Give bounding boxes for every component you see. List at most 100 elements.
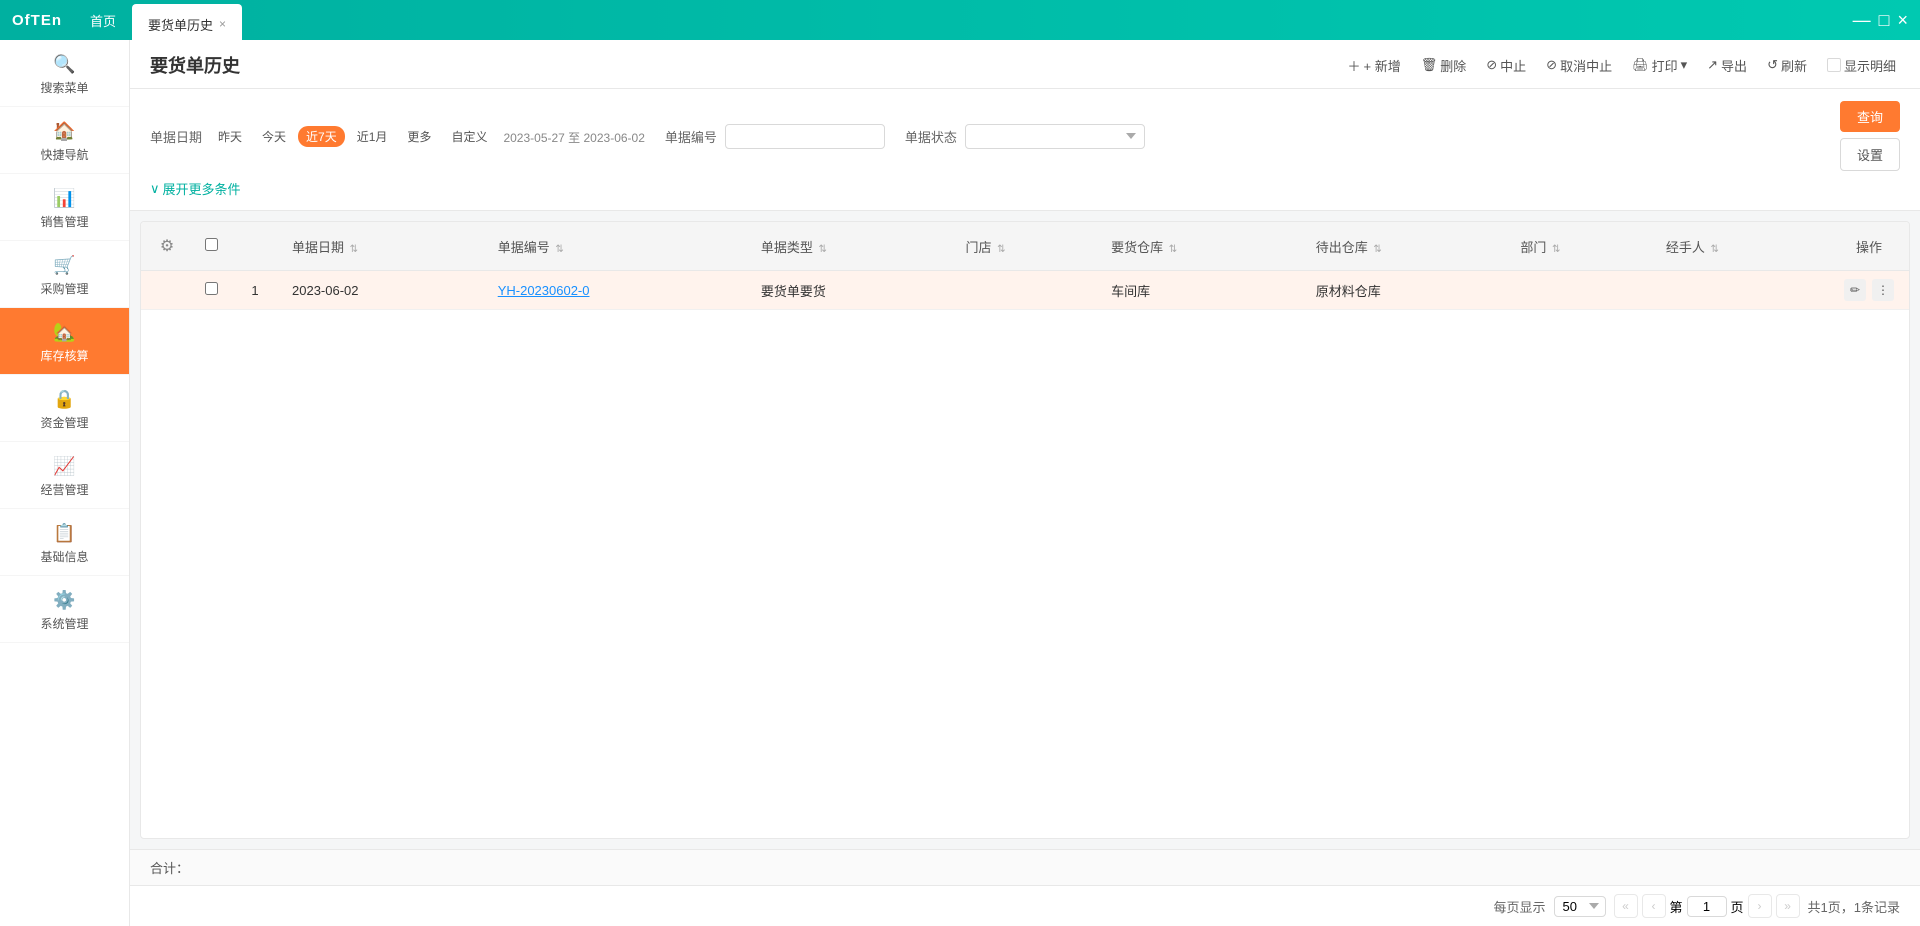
sidebar-item-inventory-calc[interactable]: 🏡 库存核算 (0, 308, 129, 375)
filter-area: 单据日期 昨天 今天 近7天 近1月 更多 自定义 2023-05-27 至 2… (130, 89, 1920, 211)
window-maximize-icon[interactable]: □ (1879, 10, 1890, 31)
page-total-info: 共1页，1条记录 (1808, 897, 1900, 916)
th-pending-warehouse[interactable]: 待出仓库 ⇅ (1304, 222, 1509, 271)
td-pending-warehouse: 原材料仓库 (1304, 271, 1509, 310)
settings-button[interactable]: 设置 (1840, 138, 1900, 171)
refresh-button[interactable]: ↺ 刷新 (1763, 54, 1811, 77)
refresh-icon: ↺ (1767, 57, 1778, 73)
summary-label: 合计： (150, 858, 189, 877)
first-page-button[interactable]: « (1614, 894, 1638, 918)
sales-mgmt-icon: 📊 (53, 188, 75, 209)
more-action-icon[interactable]: ⋮ (1872, 279, 1894, 301)
basic-info-icon: 📋 (53, 523, 75, 544)
sidebar-item-system-mgmt-label: 系统管理 (40, 615, 88, 632)
toolbar: ＋ + 新增 🗑 删除 ⊘ 中止 ⊘ 取消中止 (1343, 54, 1900, 77)
cancel-stop-button[interactable]: ⊘ 取消中止 (1542, 54, 1616, 77)
tab-home[interactable]: 首页 (74, 0, 132, 40)
table-header-row: ⚙ 单据日期 ⇅ 单据编号 ⇅ (141, 222, 1909, 271)
sort-icon-handler: ⇅ (1710, 244, 1718, 255)
page-nav: « ‹ 第 页 › » (1614, 894, 1800, 918)
delete-button[interactable]: 🗑 删除 (1417, 54, 1471, 77)
print-icon: 🖨 (1632, 57, 1649, 73)
next-page-button[interactable]: › (1748, 894, 1772, 918)
sidebar: 🔍 搜索菜单 🏠 快捷导航 📊 销售管理 🛒 采购管理 🏡 库存核算 🔒 资金管… (0, 40, 130, 926)
prev-page-button[interactable]: ‹ (1642, 894, 1666, 918)
new-button[interactable]: ＋ + 新增 (1343, 54, 1404, 77)
date-opt-last-month[interactable]: 近1月 (349, 126, 396, 147)
td-action: ✏ ⋮ (1829, 271, 1909, 310)
print-button[interactable]: 🖨 打印 ▾ (1628, 54, 1691, 77)
td-index: 1 (230, 271, 280, 310)
th-settings: ⚙ (141, 222, 193, 271)
th-doc-date[interactable]: 单据日期 ⇅ (280, 222, 486, 271)
sidebar-item-purchase-mgmt[interactable]: 🛒 采购管理 (0, 241, 129, 308)
sort-icon-doc-type: ⇅ (819, 244, 827, 255)
expand-filter-button[interactable]: ∨ 展开更多条件 (150, 179, 1900, 198)
doc-number-input[interactable] (725, 124, 885, 149)
sidebar-item-operations-mgmt-label: 经营管理 (40, 481, 88, 498)
cancel-stop-icon: ⊘ (1546, 57, 1557, 73)
sidebar-item-basic-info[interactable]: 📋 基础信息 (0, 509, 129, 576)
edit-action-icon[interactable]: ✏ (1844, 279, 1866, 301)
stop-button[interactable]: ⊘ 中止 (1482, 54, 1530, 77)
window-close-icon[interactable]: × (1897, 10, 1908, 31)
tab-close-icon[interactable]: × (219, 17, 226, 31)
date-opt-last7days[interactable]: 近7天 (298, 126, 345, 147)
th-doc-type[interactable]: 单据类型 ⇅ (749, 222, 954, 271)
search-menu-icon: 🔍 (53, 54, 75, 75)
export-icon: ↗ (1707, 57, 1718, 73)
stop-icon: ⊘ (1486, 57, 1497, 73)
sidebar-item-system-mgmt[interactable]: ⚙️ 系统管理 (0, 576, 129, 643)
date-opt-today[interactable]: 今天 (254, 126, 294, 147)
page-title-row: 要货单历史 ＋ + 新增 🗑 删除 ⊘ 中止 ⊘ (150, 52, 1900, 78)
last-page-button[interactable]: » (1776, 894, 1800, 918)
plus-icon: ＋ (1347, 56, 1360, 75)
sort-icon-doc-number: ⇅ (555, 244, 563, 255)
filter-group-date: 单据日期 昨天 今天 近7天 近1月 更多 自定义 2023-05-27 至 2… (150, 126, 645, 147)
doc-number-filter-label: 单据编号 (665, 127, 717, 146)
tab-requisition-history[interactable]: 要货单历史 × (132, 4, 242, 44)
sidebar-item-basic-info-label: 基础信息 (40, 548, 88, 565)
th-req-warehouse[interactable]: 要货仓库 ⇅ (1099, 222, 1304, 271)
display-cells-button[interactable]: 显示明细 (1823, 54, 1900, 77)
query-button[interactable]: 查询 (1840, 101, 1900, 132)
select-all-checkbox[interactable] (205, 238, 218, 251)
operations-mgmt-icon: 📈 (53, 456, 75, 477)
export-button[interactable]: ↗ 导出 (1703, 54, 1751, 77)
chevron-down-icon: ∨ (150, 181, 160, 197)
row-checkbox[interactable] (205, 282, 218, 295)
th-doc-number[interactable]: 单据编号 ⇅ (486, 222, 749, 271)
sidebar-item-search-menu[interactable]: 🔍 搜索菜单 (0, 40, 129, 107)
date-opt-more[interactable]: 更多 (399, 126, 439, 147)
th-handler[interactable]: 经手人 ⇅ (1654, 222, 1829, 271)
window-minimize-icon[interactable]: — (1853, 10, 1871, 31)
tab-requisition-history-label: 要货单历史 (148, 15, 213, 34)
sidebar-item-finance-mgmt-label: 资金管理 (40, 414, 88, 431)
date-options: 昨天 今天 近7天 近1月 更多 自定义 (210, 126, 495, 147)
doc-number-link[interactable]: YH-20230602-0 (498, 283, 590, 298)
doc-status-select[interactable] (965, 124, 1145, 149)
sidebar-item-operations-mgmt[interactable]: 📈 经营管理 (0, 442, 129, 509)
sidebar-item-search-menu-label: 搜索菜单 (40, 79, 88, 96)
tab-home-label: 首页 (90, 11, 116, 30)
date-opt-custom[interactable]: 自定义 (443, 126, 495, 147)
sidebar-item-quick-nav[interactable]: 🏠 快捷导航 (0, 107, 129, 174)
page-size-select[interactable]: 50 10 20 100 (1554, 896, 1606, 917)
td-department (1508, 271, 1654, 310)
column-settings-icon[interactable]: ⚙ (153, 232, 181, 260)
page-number-input[interactable] (1687, 896, 1727, 917)
date-opt-yesterday[interactable]: 昨天 (210, 126, 250, 147)
sidebar-item-finance-mgmt[interactable]: 🔒 资金管理 (0, 375, 129, 442)
top-bar: OfTEn 首页 要货单历史 × — □ × (0, 0, 1920, 40)
sidebar-item-sales-mgmt-label: 销售管理 (40, 213, 88, 230)
page-size-label: 每页显示 (1493, 897, 1545, 916)
th-store[interactable]: 门店 ⇅ (954, 222, 1100, 271)
td-doc-date: 2023-06-02 (280, 271, 486, 310)
display-cells-checkbox (1827, 58, 1841, 72)
sidebar-item-sales-mgmt[interactable]: 📊 销售管理 (0, 174, 129, 241)
td-doc-number[interactable]: YH-20230602-0 (486, 271, 749, 310)
top-bar-right: — □ × (1853, 10, 1920, 31)
th-department[interactable]: 部门 ⇅ (1508, 222, 1654, 271)
main-layout: 🔍 搜索菜单 🏠 快捷导航 📊 销售管理 🛒 采购管理 🏡 库存核算 🔒 资金管… (0, 40, 1920, 926)
system-mgmt-icon: ⚙️ (53, 590, 75, 611)
